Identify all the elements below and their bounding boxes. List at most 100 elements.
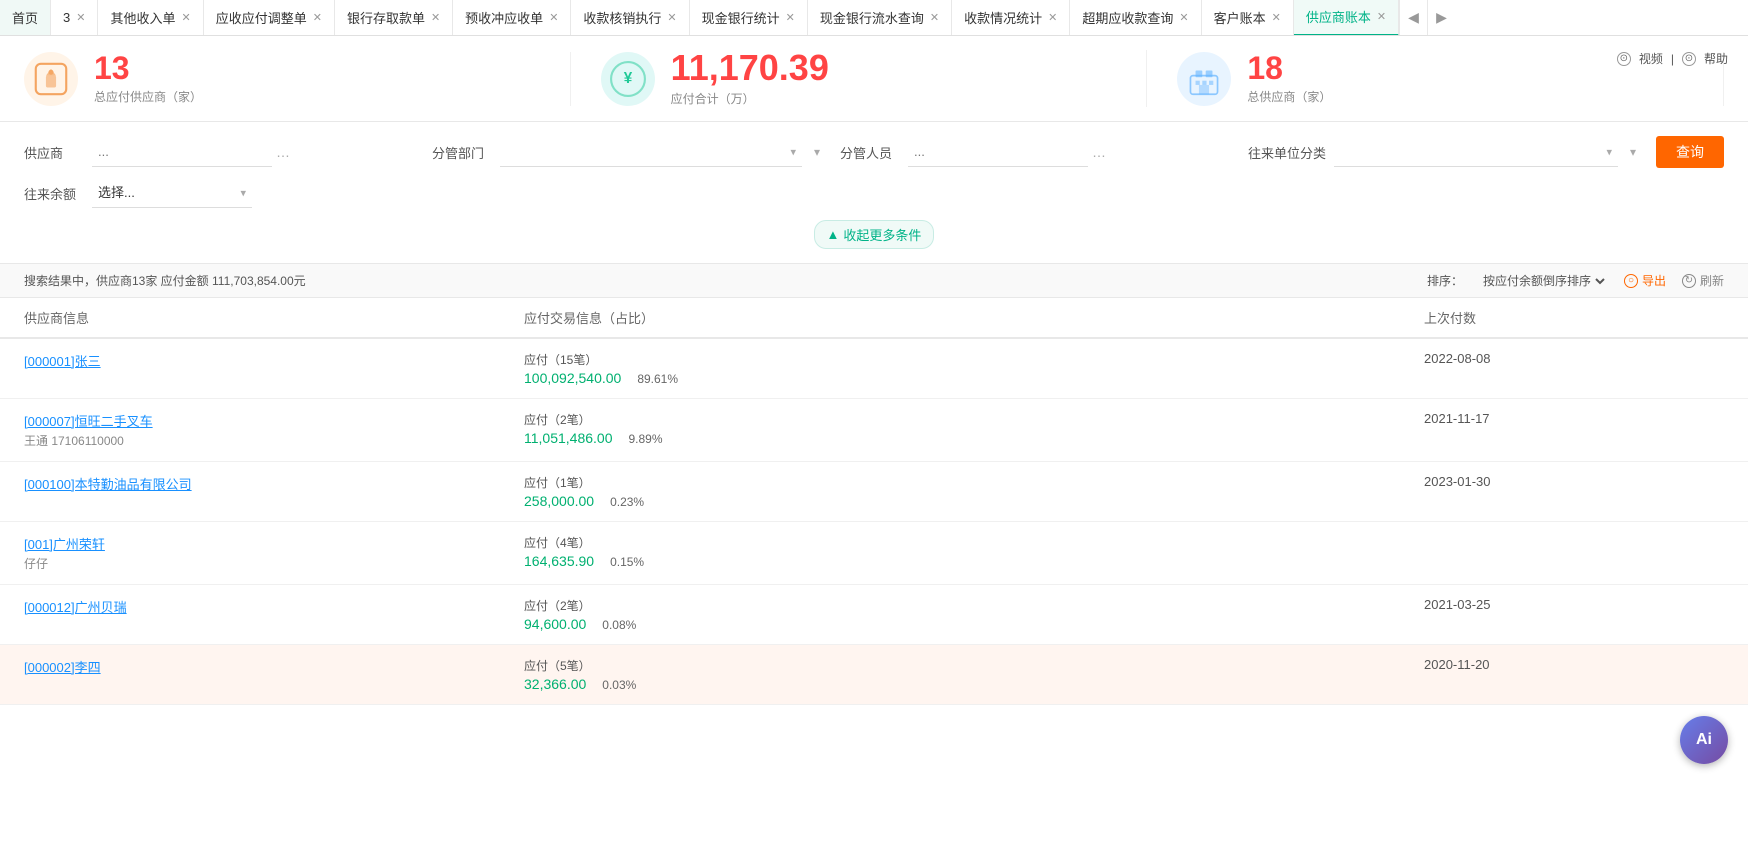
stat-total-suppliers-payable: 13 总应付供应商（家） [24, 52, 571, 106]
nav-tab-advance-reconcile[interactable]: 预收冲应收单 ✕ [453, 0, 571, 36]
nav-next-icon[interactable]: ▶ [1427, 0, 1455, 36]
last-pay-date: 2021-03-25 [1424, 597, 1491, 612]
table-row: [000100]本特勤油品有限公司 应付（1笔） 258,000.00 0.23… [0, 462, 1748, 522]
close-tab-collect-stat-icon[interactable]: ✕ [1048, 11, 1057, 24]
nav-tab-collect-review[interactable]: 收款核销执行 ✕ [571, 0, 689, 36]
supplier-name-link[interactable]: [001]广州荣轩 [24, 534, 524, 553]
collapse-icon: ▲ [827, 227, 840, 242]
nav-tab-supplier-account[interactable]: 供应商账本 ✕ [1294, 0, 1399, 36]
supplier-info-cell: [000012]广州贝瑞 [24, 597, 524, 616]
close-tab-3-icon[interactable]: ✕ [76, 11, 85, 24]
tx-info-cell: 应付（2笔） 11,051,486.00 9.89% [524, 411, 1424, 446]
nav-tab-cash-bank-flow[interactable]: 现金银行流水查询 ✕ [808, 0, 952, 36]
close-tab-cash-bank-flow-icon[interactable]: ✕ [930, 11, 939, 24]
nav-tab-other-income[interactable]: 其他收入单 ✕ [98, 0, 203, 36]
result-summary: 搜索结果中，供应商13家 应付金额 111,703,854.00元 [24, 272, 306, 289]
export-icon: ○ [1624, 274, 1638, 288]
close-tab-overdue-query-icon[interactable]: ✕ [1179, 11, 1188, 24]
tx-info-cell: 应付（4笔） 164,635.90 0.15% [524, 534, 1424, 569]
supplier-info-cell: [000100]本特勤油品有限公司 [24, 474, 524, 493]
close-tab-ar-adjust-icon[interactable]: ✕ [313, 11, 322, 24]
ai-badge[interactable]: Ai [1680, 716, 1728, 764]
refresh-label: 刷新 [1700, 272, 1724, 289]
nav-tab-cash-bank-stat[interactable]: 现金银行统计 ✕ [690, 0, 808, 36]
supplier-name-link[interactable]: [000100]本特勤油品有限公司 [24, 474, 524, 493]
supplier-name-link[interactable]: [000007]恒旺二手叉车 [24, 411, 524, 430]
supplier-sub: 仔仔 [24, 555, 524, 572]
supplier-info-cell: [000007]恒旺二手叉车 王通 17106110000 [24, 411, 524, 449]
tx-amount-link[interactable]: 94,600.00 [524, 616, 586, 632]
supplier-input[interactable] [92, 137, 272, 167]
tx-amount-link[interactable]: 100,092,540.00 [524, 370, 621, 386]
filter-person: 分管人员 … [840, 137, 1228, 167]
nav-tab-ar-adjust[interactable]: 应收应付调整单 ✕ [204, 0, 335, 36]
last-pay-date: 2021-11-17 [1424, 411, 1490, 426]
svg-text:¥: ¥ [623, 70, 632, 87]
tx-percent: 0.15% [610, 555, 644, 569]
collapse-button[interactable]: ▲ 收起更多条件 [814, 220, 935, 249]
stat-number-total-suppliers: 18 [1247, 52, 1331, 84]
balance-select[interactable]: 选择... [92, 178, 252, 208]
stat-number-payable-amount: 11,170.39 [671, 50, 829, 86]
stat-total-payable-amount: ¥ 11,170.39 应付合计（万） [571, 50, 1148, 107]
filter-row-2: 往来余额 选择... [24, 178, 1724, 208]
close-tab-customer-account-icon[interactable]: ✕ [1272, 11, 1281, 24]
balance-select-wrap: 选择... [92, 178, 252, 208]
tx-amount-link[interactable]: 258,000.00 [524, 493, 594, 509]
close-tab-cash-bank-stat-icon[interactable]: ✕ [786, 11, 795, 24]
supplier-name-link[interactable]: [000001]张三 [24, 351, 524, 370]
supplier-name-link[interactable]: [000002]李四 [24, 657, 524, 676]
total-suppliers-icon [1177, 52, 1231, 106]
stat-label-payable-suppliers: 总应付供应商（家） [94, 88, 202, 105]
close-tab-advance-reconcile-icon[interactable]: ✕ [549, 11, 558, 24]
refresh-icon: ↻ [1682, 274, 1696, 288]
stat-label-payable-amount: 应付合计（万） [671, 90, 829, 107]
nav-tab-home[interactable]: 首页 [0, 0, 51, 36]
last-pay-cell: 2023-01-30 [1424, 474, 1724, 489]
close-tab-supplier-account-icon[interactable]: ✕ [1377, 10, 1386, 23]
sort-label: 排序： [1427, 272, 1463, 289]
data-table: 供应商信息 应付交易信息（占比） 上次付数 [000001]张三 应付（15笔）… [0, 298, 1748, 849]
tx-amount-link[interactable]: 32,366.00 [524, 676, 586, 692]
nav-tab-3[interactable]: 3 ✕ [51, 0, 98, 36]
top-right-links: ⊙ 视频 | ⊙ 帮助 [1617, 50, 1728, 67]
last-pay-cell: 2021-11-17 [1424, 411, 1724, 426]
nav-tab-customer-account[interactable]: 客户账本 ✕ [1202, 0, 1294, 36]
tx-amount-link[interactable]: 11,051,486.00 [524, 430, 613, 446]
tx-info-cell: 应付（2笔） 94,600.00 0.08% [524, 597, 1424, 632]
search-button[interactable]: 查询 [1656, 136, 1724, 168]
help-link[interactable]: 帮助 [1704, 50, 1728, 67]
supplier-name-link[interactable]: [000012]广州贝瑞 [24, 597, 524, 616]
close-tab-other-income-icon[interactable]: ✕ [181, 11, 190, 24]
dept-select[interactable] [500, 137, 802, 167]
top-navigation: 首页 3 ✕ 其他收入单 ✕ 应收应付调整单 ✕ 银行存取款单 ✕ 预收冲应收单… [0, 0, 1748, 36]
unit-class-label: 往来单位分类 [1248, 143, 1326, 162]
last-pay-date: 2020-11-20 [1424, 657, 1490, 672]
tx-amount-link[interactable]: 164,635.90 [524, 553, 594, 569]
person-more-icon[interactable]: … [1092, 144, 1106, 160]
supplier-more-icon[interactable]: … [276, 144, 290, 160]
refresh-button[interactable]: ↻ 刷新 [1682, 272, 1724, 289]
close-tab-collect-review-icon[interactable]: ✕ [667, 11, 676, 24]
payable-amount-icon: ¥ [601, 52, 655, 106]
video-link[interactable]: 视频 [1639, 50, 1663, 67]
export-button[interactable]: ○ 导出 [1624, 272, 1666, 289]
last-pay-cell: 2020-11-20 [1424, 657, 1724, 672]
nav-tab-overdue-query[interactable]: 超期应收款查询 ✕ [1070, 0, 1201, 36]
supplier-info-cell: [001]广州荣轩 仔仔 [24, 534, 524, 572]
dept-dropdown-icon: ▾ [814, 145, 820, 159]
nav-prev-icon[interactable]: ◀ [1399, 0, 1427, 36]
nav-tab-bank-deposit[interactable]: 银行存取款单 ✕ [335, 0, 453, 36]
col-header-lastpay: 上次付数 [1424, 308, 1724, 327]
supplier-payable-icon [24, 52, 78, 106]
tx-percent: 9.89% [629, 432, 663, 446]
nav-tab-collect-stat[interactable]: 收款情况统计 ✕ [952, 0, 1070, 36]
person-input[interactable] [908, 137, 1088, 167]
tx-label: 应付（2笔） [524, 597, 1424, 614]
unit-class-select[interactable] [1334, 137, 1618, 167]
stat-number-payable-suppliers: 13 [94, 52, 202, 84]
close-tab-bank-deposit-icon[interactable]: ✕ [431, 11, 440, 24]
export-label: 导出 [1642, 272, 1666, 289]
sort-select[interactable]: 按应付余额倒序排序 [1479, 273, 1608, 289]
last-pay-cell: 2021-03-25 [1424, 597, 1724, 612]
